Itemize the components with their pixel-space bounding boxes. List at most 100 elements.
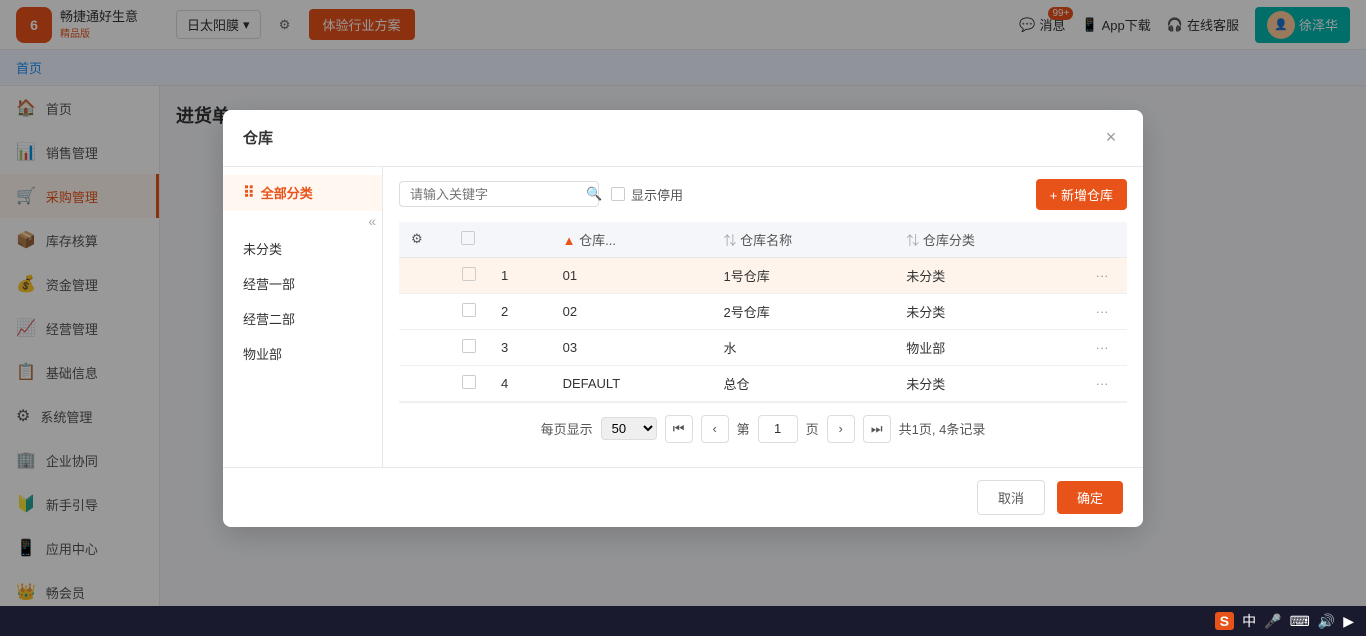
modal-title: 仓库 [243, 127, 273, 148]
cat-item-dept1[interactable]: 经营一部 [223, 266, 382, 301]
cat-item-dept2[interactable]: 经营二部 [223, 301, 382, 336]
modal-footer: 取消 确定 [223, 467, 1143, 527]
row-checkbox-cell[interactable] [449, 365, 489, 401]
add-warehouse-button[interactable]: + 新增仓库 [1036, 179, 1127, 210]
cancel-button[interactable]: 取消 [977, 480, 1045, 515]
status-keyboard-icon[interactable]: ⌨ [1290, 613, 1310, 630]
grid-icon: ⠿ [243, 183, 255, 203]
disabled-checkbox[interactable] [611, 187, 625, 201]
row-num: 1 [489, 257, 551, 293]
warehouse-modal: 仓库 × ⠿ 全部分类 « 未分类 经营一部 [223, 110, 1143, 527]
row-category: 未分类 [894, 257, 1077, 293]
search-icon: 🔍 [586, 186, 602, 202]
row-category: 未分类 [894, 293, 1077, 329]
col-header-settings[interactable]: ⚙ [399, 222, 449, 258]
page-prev-btn[interactable]: ‹ [701, 415, 729, 443]
row-settings [399, 293, 449, 329]
row-num: 4 [489, 365, 551, 401]
cat-item-property[interactable]: 物业部 [223, 336, 382, 371]
row-category: 未分类 [894, 365, 1077, 401]
collapse-icon[interactable]: « [368, 213, 376, 229]
col-header-actions [1077, 222, 1127, 258]
row-more-icon[interactable]: ··· [1096, 376, 1109, 391]
show-disabled-checkbox[interactable]: 显示停用 [611, 185, 683, 204]
row-name: 总仓 [711, 365, 894, 401]
row-actions[interactable]: ··· [1077, 329, 1127, 365]
row-num: 2 [489, 293, 551, 329]
col-header-category: ⇅ 仓库分类 [894, 222, 1077, 258]
search-input[interactable] [410, 187, 586, 202]
row-code: 03 [551, 329, 712, 365]
show-disabled-label: 显示停用 [631, 185, 683, 204]
modal-overlay: 仓库 × ⠿ 全部分类 « 未分类 经营一部 [0, 0, 1366, 636]
cat-item-all[interactable]: ⠿ 全部分类 [223, 175, 382, 211]
status-mic-icon[interactable]: 🎤 [1264, 613, 1281, 630]
row-checkbox[interactable] [462, 303, 476, 317]
table-row[interactable]: 3 03 水 物业部 ··· [399, 329, 1127, 365]
status-s-icon[interactable]: S [1215, 612, 1234, 630]
select-all-checkbox[interactable] [461, 231, 475, 245]
row-checkbox[interactable] [462, 267, 476, 281]
row-settings [399, 329, 449, 365]
page-last-btn[interactable]: ⏭ [863, 415, 891, 443]
per-page-select[interactable]: 50 20 100 [601, 417, 657, 440]
row-name: 1号仓库 [711, 257, 894, 293]
row-name: 水 [711, 329, 894, 365]
table-body: 1 01 1号仓库 未分类 ··· 2 02 2号仓库 未分类 ··· 3 03… [399, 257, 1127, 401]
per-page-label: 每页显示 [541, 419, 593, 438]
row-num: 3 [489, 329, 551, 365]
cat-label-uncat: 未分类 [243, 242, 282, 257]
row-code: 02 [551, 293, 712, 329]
total-label: 共1页, 4条记录 [899, 419, 986, 438]
col-header-no: ▲ 仓库... [551, 222, 712, 258]
modal-toolbar: 🔍 显示停用 + 新增仓库 [399, 179, 1127, 210]
status-lang-icon[interactable]: 中 [1242, 611, 1256, 631]
warehouse-table: ⚙ ▲ 仓库... ⇅ 仓库名称 [399, 222, 1127, 402]
status-bar: S 中 🎤 ⌨ 🔊 ▶ [0, 606, 1366, 636]
row-checkbox[interactable] [462, 375, 476, 389]
cat-label-dept2: 经营二部 [243, 312, 295, 327]
row-checkbox-cell[interactable] [449, 293, 489, 329]
cat-item-uncat[interactable]: 未分类 [223, 231, 382, 266]
status-play-icon[interactable]: ▶ [1343, 613, 1354, 630]
page-suffix: 页 [806, 419, 819, 438]
row-checkbox-cell[interactable] [449, 329, 489, 365]
row-name: 2号仓库 [711, 293, 894, 329]
table-row[interactable]: 4 DEFAULT 总仓 未分类 ··· [399, 365, 1127, 401]
row-actions[interactable]: ··· [1077, 293, 1127, 329]
page-next-btn[interactable]: › [827, 415, 855, 443]
row-checkbox-cell[interactable] [449, 257, 489, 293]
row-actions[interactable]: ··· [1077, 257, 1127, 293]
row-more-icon[interactable]: ··· [1096, 340, 1109, 355]
col-header-rownum [489, 222, 551, 258]
search-box[interactable]: 🔍 [399, 181, 599, 207]
table-row[interactable]: 2 02 2号仓库 未分类 ··· [399, 293, 1127, 329]
modal-header: 仓库 × [223, 110, 1143, 167]
confirm-button[interactable]: 确定 [1057, 481, 1123, 514]
modal-body: ⠿ 全部分类 « 未分类 经营一部 经营二部 物业部 [223, 167, 1143, 467]
row-more-icon[interactable]: ··· [1096, 304, 1109, 319]
table-row[interactable]: 1 01 1号仓库 未分类 ··· [399, 257, 1127, 293]
cat-all-label: 全部分类 [261, 183, 313, 202]
cat-label-property: 物业部 [243, 347, 282, 362]
row-more-icon[interactable]: ··· [1096, 268, 1109, 283]
modal-close-button[interactable]: × [1099, 126, 1123, 150]
page-first-btn[interactable]: ⏮ [665, 415, 693, 443]
row-settings [399, 257, 449, 293]
row-actions[interactable]: ··· [1077, 365, 1127, 401]
row-checkbox[interactable] [462, 339, 476, 353]
row-code: 01 [551, 257, 712, 293]
category-sidebar: ⠿ 全部分类 « 未分类 经营一部 经营二部 物业部 [223, 167, 383, 467]
page-label: 第 [737, 419, 750, 438]
table-header: ⚙ ▲ 仓库... ⇅ 仓库名称 [399, 222, 1127, 258]
status-volume-icon[interactable]: 🔊 [1318, 613, 1335, 630]
row-code: DEFAULT [551, 365, 712, 401]
page-number-input[interactable] [758, 415, 798, 443]
table-container: ⚙ ▲ 仓库... ⇅ 仓库名称 [399, 222, 1127, 402]
modal-content-area: 🔍 显示停用 + 新增仓库 ⚙ [383, 167, 1143, 467]
col-header-check[interactable] [449, 222, 489, 258]
pagination: 每页显示 50 20 100 ⏮ ‹ 第 页 › ⏭ 共1页, 4条记录 [399, 402, 1127, 455]
row-settings [399, 365, 449, 401]
cat-label-dept1: 经营一部 [243, 277, 295, 292]
row-category: 物业部 [894, 329, 1077, 365]
